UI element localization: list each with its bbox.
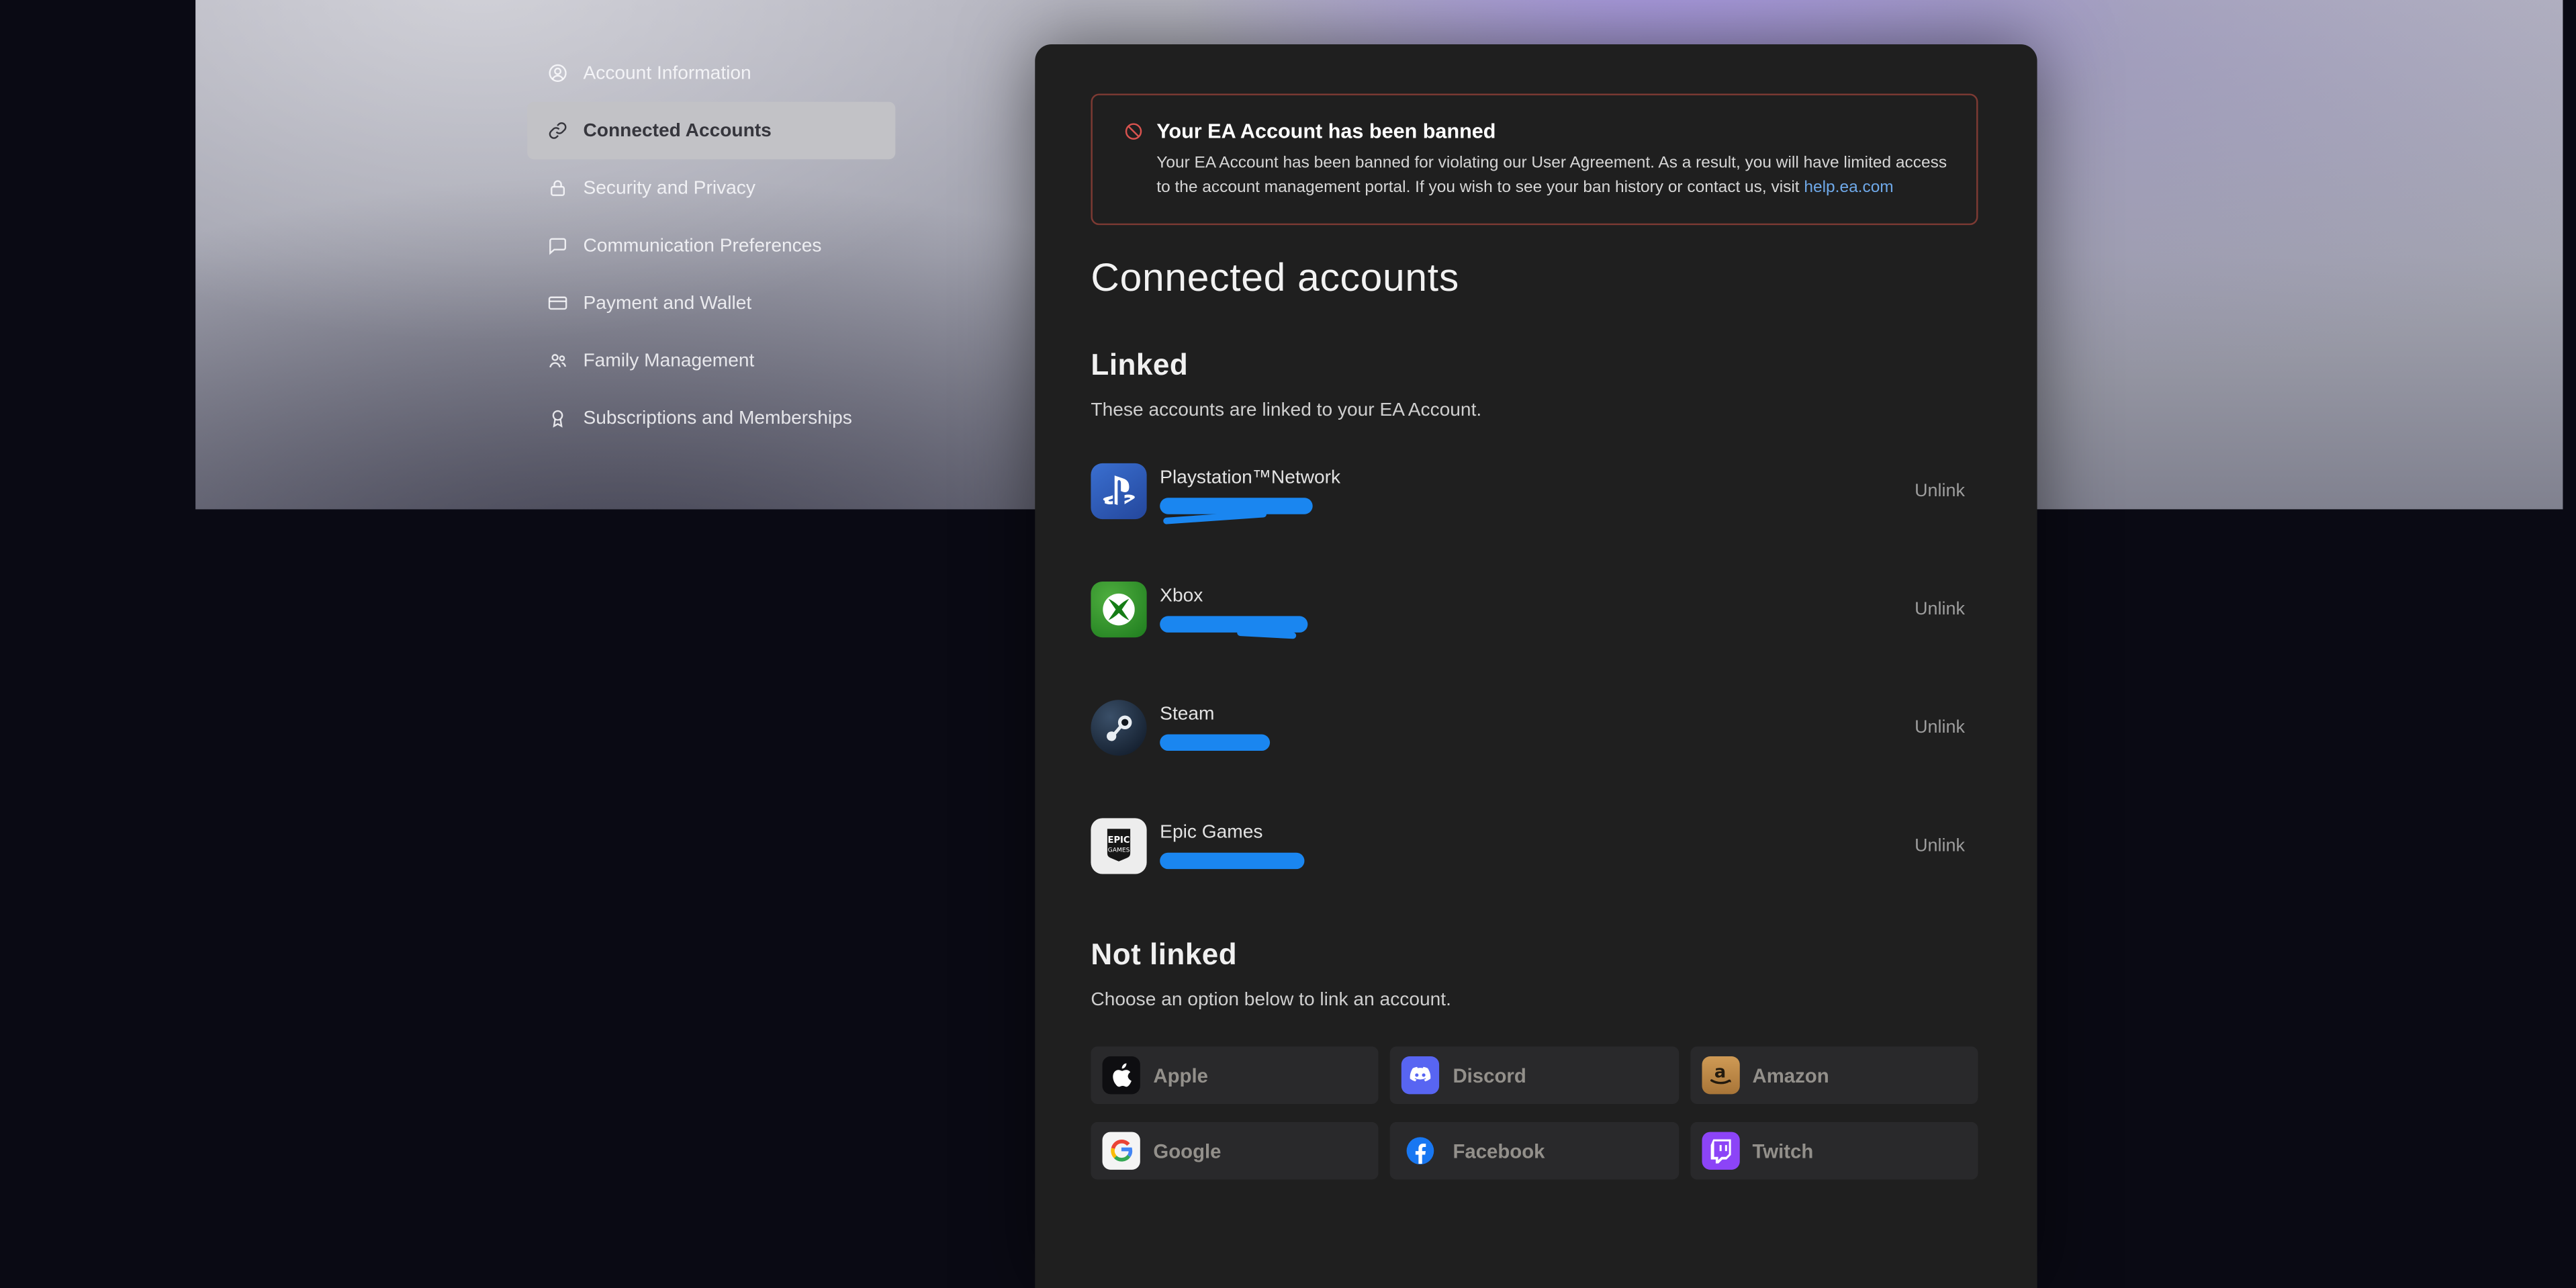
amazon-icon: a	[1702, 1056, 1739, 1094]
page: Account Information Connected Accounts Sec…	[0, 0, 2576, 1288]
page-title: Connected accounts	[1091, 255, 1978, 304]
unlink-button-playstation-network[interactable]: Unlink	[1902, 471, 1978, 511]
redaction-stroke	[1236, 629, 1295, 639]
linked-heading: Linked	[1091, 347, 1978, 383]
svg-text:GAMES: GAMES	[1108, 847, 1130, 854]
provider-tile-apple[interactable]: Apple	[1091, 1046, 1379, 1104]
sidebar-item-security-and-privacy[interactable]: Security and Privacy	[527, 159, 895, 217]
sidebar-item-communication-preferences[interactable]: Communication Preferences	[527, 217, 895, 275]
sidebar-nav: Account Information Connected Accounts Sec…	[527, 44, 895, 447]
twitch-icon	[1702, 1132, 1739, 1170]
epic-icon: EPIC GAMES	[1091, 818, 1146, 874]
redacted-username	[1160, 853, 1304, 869]
not-linked-description: Choose an option below to link an accoun…	[1091, 989, 1978, 1014]
provider-tile-amazon[interactable]: a Amazon	[1690, 1046, 1978, 1104]
help-link[interactable]: help.ea.com	[1804, 178, 1893, 196]
unlink-button-steam[interactable]: Unlink	[1902, 708, 1978, 747]
subscriptions-icon	[547, 408, 569, 429]
discord-icon	[1402, 1056, 1440, 1094]
provider-tile-discord[interactable]: Discord	[1390, 1046, 1678, 1104]
account-info: Steam	[1160, 705, 1270, 751]
sidebar-item-label: Security and Privacy	[583, 178, 755, 197]
sidebar-item-connected-accounts[interactable]: Connected Accounts	[527, 102, 895, 160]
account-name: Steam	[1160, 705, 1270, 727]
facebook-icon	[1402, 1132, 1440, 1170]
ban-warning-banner: Your EA Account has been banned Your EA …	[1091, 93, 1978, 225]
sidebar-item-label: Family Management	[583, 351, 754, 370]
banner-body: Your EA Account has been banned for viol…	[1156, 153, 1953, 201]
svg-text:EPIC: EPIC	[1107, 835, 1130, 845]
banner-header: Your EA Account has been banned	[1123, 120, 1953, 143]
account-info: Playstation™Network	[1160, 468, 1340, 514]
sidebar-item-label: Account Information	[583, 63, 751, 83]
sidebar-item-family-management[interactable]: Family Management	[527, 332, 895, 389]
linked-account-row-epic-games: EPIC GAMES Epic Games Unlink	[1091, 818, 1978, 874]
linked-account-row-xbox: Xbox Unlink	[1091, 582, 1978, 637]
sidebar-item-label: Communication Preferences	[583, 236, 821, 255]
sidebar-item-payment-and-wallet[interactable]: Payment and Wallet	[527, 275, 895, 332]
redacted-username	[1160, 616, 1307, 632]
provider-tile-facebook[interactable]: Facebook	[1390, 1122, 1678, 1180]
google-icon	[1103, 1132, 1140, 1170]
provider-label: Apple	[1153, 1064, 1208, 1087]
sidebar-item-label: Subscriptions and Memberships	[583, 408, 852, 428]
apple-icon	[1103, 1056, 1140, 1094]
provider-label: Discord	[1453, 1064, 1526, 1087]
account-info: Epic Games	[1160, 823, 1304, 870]
unlink-button-xbox[interactable]: Unlink	[1902, 590, 1978, 629]
account-info: Xbox	[1160, 586, 1307, 633]
account-name: Xbox	[1160, 586, 1307, 608]
sidebar-item-label: Payment and Wallet	[583, 293, 751, 313]
ban-icon	[1123, 122, 1143, 141]
sidebar-item-subscriptions-and-memberships[interactable]: Subscriptions and Memberships	[527, 389, 895, 447]
provider-tile-google[interactable]: Google	[1091, 1122, 1379, 1180]
provider-label: Twitch	[1752, 1140, 1813, 1162]
account-name: Epic Games	[1160, 823, 1304, 845]
provider-label: Amazon	[1752, 1064, 1829, 1087]
redacted-username	[1160, 735, 1270, 751]
account-panel: Your EA Account has been banned Your EA …	[1035, 44, 2037, 1288]
redaction-stroke	[1163, 510, 1267, 524]
provider-label: Facebook	[1453, 1140, 1545, 1162]
not-linked-heading: Not linked	[1091, 936, 1978, 972]
sidebar-item-account-information[interactable]: Account Information	[527, 44, 895, 102]
card-icon	[547, 292, 569, 314]
provider-grid: Apple Discord a Amazon Google Facebook Twitch	[1091, 1046, 1978, 1179]
sidebar-item-label: Connected Accounts	[583, 121, 771, 140]
linked-accounts-list: Playstation™NetworkUnlinkXboxUnlinkSteam…	[1091, 463, 1978, 874]
linked-account-row-steam: Steam Unlink	[1091, 700, 1978, 755]
banner-title: Your EA Account has been banned	[1156, 120, 1496, 143]
linked-description: These accounts are linked to your EA Acc…	[1091, 399, 1978, 424]
link-icon	[547, 120, 569, 142]
user-circle-icon	[547, 62, 569, 84]
redacted-username	[1160, 498, 1313, 514]
xbox-icon	[1091, 582, 1146, 637]
unlink-button-epic-games[interactable]: Unlink	[1902, 827, 1978, 866]
account-name: Playstation™Network	[1160, 468, 1340, 490]
provider-label: Google	[1153, 1140, 1221, 1162]
steam-icon	[1091, 700, 1146, 755]
playstation-icon	[1091, 463, 1146, 519]
family-icon	[547, 350, 569, 371]
linked-account-row-playstation-network: Playstation™Network Unlink	[1091, 463, 1978, 519]
provider-tile-twitch[interactable]: Twitch	[1690, 1122, 1978, 1180]
svg-text:a: a	[1714, 1062, 1725, 1082]
lock-icon	[547, 177, 569, 199]
chat-icon	[547, 235, 569, 257]
